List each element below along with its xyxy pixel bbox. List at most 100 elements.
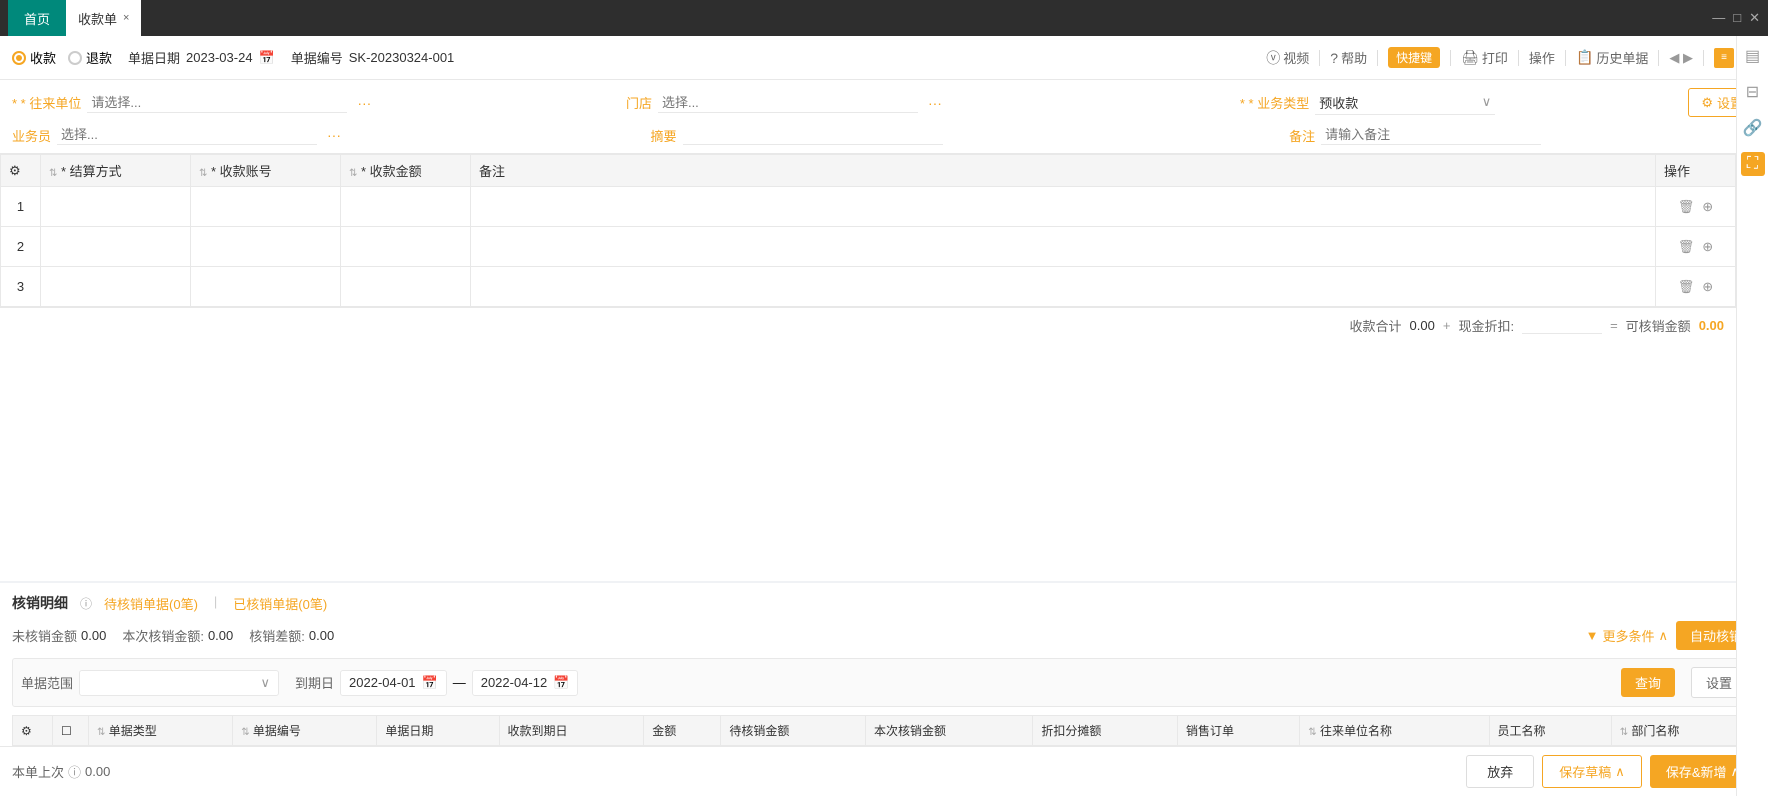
radio-refund-label: 退款 bbox=[86, 48, 112, 67]
tab-close-icon[interactable]: × bbox=[123, 12, 129, 24]
date-from-input[interactable]: 2022-04-01 📅 bbox=[340, 670, 447, 696]
bottom-info-value: 0.00 bbox=[85, 764, 110, 779]
unchecked-value: 0.00 bbox=[81, 628, 106, 643]
summary-input[interactable] bbox=[683, 125, 943, 145]
radio-receipt[interactable]: 收款 bbox=[12, 48, 56, 67]
bottom-bar: 本单上次 ⓘ 0.00 放弃 保存草稿 ∧ 保存&新增 ∧ bbox=[0, 746, 1768, 796]
row-1-amount[interactable] bbox=[341, 187, 471, 227]
row-3-num: 3 bbox=[1, 267, 41, 307]
draft-button[interactable]: 保存草稿 ∧ bbox=[1542, 755, 1642, 788]
summary-label: 摘要 bbox=[651, 126, 677, 145]
row-2-remark[interactable] bbox=[471, 227, 1656, 267]
search-range-arrow: ∨ bbox=[261, 675, 271, 691]
staff-input[interactable] bbox=[57, 125, 317, 145]
sidebar-table-icon[interactable]: ▤ bbox=[1741, 44, 1765, 68]
bt-col-pending: 待核销金额 bbox=[721, 716, 866, 746]
print-icon: 🖨 bbox=[1461, 49, 1479, 66]
number-label: 单据编号 bbox=[291, 48, 343, 67]
date-to-input[interactable]: 2022-04-12 📅 bbox=[472, 670, 579, 696]
date-calendar-icon[interactable]: 📅 bbox=[259, 50, 275, 66]
equal-sign: = bbox=[1610, 318, 1618, 333]
save-label: 保存&新增 bbox=[1666, 762, 1727, 781]
bt-col-gear[interactable]: ⚙ bbox=[13, 716, 53, 746]
row-1-copy-icon[interactable]: ⊕ bbox=[1702, 199, 1713, 215]
row-3-settle[interactable] bbox=[41, 267, 191, 307]
query-btn[interactable]: 查询 bbox=[1621, 668, 1675, 697]
tab-home[interactable]: 首页 bbox=[8, 0, 66, 36]
bottom-info-icon[interactable]: ⓘ bbox=[68, 762, 81, 781]
row-1-remark[interactable] bbox=[471, 187, 1656, 227]
row-3-action: 🗑 ⊕ bbox=[1656, 267, 1736, 307]
shop-more-icon[interactable]: ··· bbox=[928, 95, 942, 111]
tab-current-label: 收款单 bbox=[78, 9, 117, 28]
row-2-account[interactable] bbox=[191, 227, 341, 267]
row-1-settle[interactable] bbox=[41, 187, 191, 227]
operation-btn[interactable]: 操作 bbox=[1529, 48, 1555, 67]
summary-field: 摘要 bbox=[651, 125, 1274, 145]
diff-stat: 核销差额: 0.00 bbox=[249, 626, 334, 645]
table-row: 1 🗑 ⊕ bbox=[1, 187, 1736, 227]
tab-current[interactable]: 收款单 × bbox=[66, 0, 141, 36]
video-btn[interactable]: ⓥ 视频 bbox=[1266, 48, 1309, 68]
row-3-remark[interactable] bbox=[471, 267, 1656, 307]
row-3-delete-icon[interactable]: 🗑 bbox=[1678, 279, 1695, 295]
partner-more-icon[interactable]: ··· bbox=[357, 95, 371, 111]
col-gear-header[interactable]: ⚙ bbox=[1, 155, 41, 187]
sidebar-expand-icon[interactable]: ⛶ bbox=[1741, 152, 1765, 176]
help-btn[interactable]: ? 帮助 bbox=[1330, 48, 1367, 67]
abandon-button[interactable]: 放弃 bbox=[1466, 755, 1534, 788]
row-2-delete-icon[interactable]: 🗑 bbox=[1678, 239, 1695, 255]
more-filter-btn[interactable]: ▼ 更多条件 ∧ bbox=[1586, 626, 1668, 645]
form-row-2: 业务员 ··· 摘要 备注 bbox=[12, 125, 1756, 145]
date-from-calendar-icon[interactable]: 📅 bbox=[422, 675, 438, 691]
gear-icon: ⚙ bbox=[1701, 95, 1713, 111]
row-2-action: 🗑 ⊕ bbox=[1656, 227, 1736, 267]
history-btn[interactable]: 📋 历史单据 bbox=[1576, 48, 1648, 67]
row-2-settle[interactable] bbox=[41, 227, 191, 267]
date-to-calendar-icon[interactable]: 📅 bbox=[553, 675, 569, 691]
gear-icon: ⚙ bbox=[9, 163, 21, 178]
unchecked-label: 未核销金额 bbox=[12, 626, 77, 645]
row-2-copy-icon[interactable]: ⊕ bbox=[1702, 239, 1713, 255]
print-btn[interactable]: 🖨 打印 bbox=[1461, 48, 1508, 67]
bt-col-current: 本次核销金额 bbox=[866, 716, 1033, 746]
col-action-header: 操作 bbox=[1656, 155, 1736, 187]
layout-btn-list[interactable]: ≡ bbox=[1714, 48, 1734, 68]
row-2-amount[interactable] bbox=[341, 227, 471, 267]
hx-tab-pending[interactable]: 待核销单据(0笔) bbox=[104, 594, 198, 613]
search-range-select[interactable]: ∨ bbox=[79, 670, 279, 696]
hx-info-icon[interactable]: ⓘ bbox=[80, 595, 92, 612]
row-3-amount[interactable] bbox=[341, 267, 471, 307]
partner-input[interactable] bbox=[87, 93, 347, 113]
row-1-account[interactable] bbox=[191, 187, 341, 227]
hx-tab-done[interactable]: 已核销单据(0笔) bbox=[233, 594, 327, 613]
row-1-delete-icon[interactable]: 🗑 bbox=[1678, 199, 1695, 215]
row-3-account[interactable] bbox=[191, 267, 341, 307]
staff-more-icon[interactable]: ··· bbox=[327, 127, 341, 143]
main-area: 收款 退款 单据日期 2023-03-24 📅 单据编号 SK-20230324… bbox=[0, 36, 1768, 796]
receipt-type-group: 收款 退款 bbox=[12, 48, 112, 67]
nav-arrows[interactable]: ◀ ▶ bbox=[1669, 50, 1693, 66]
discount-input[interactable] bbox=[1522, 318, 1602, 334]
sidebar-list-icon[interactable]: ⊟ bbox=[1741, 80, 1765, 104]
minimize-icon[interactable]: — bbox=[1712, 10, 1725, 26]
form-section: * 往来单位 ··· 门店 ··· * 业务类型 预收款 ∨ ⚙ 设置 bbox=[0, 80, 1768, 154]
date-range-field: 到期日 2022-04-01 📅 — 2022-04-12 📅 bbox=[295, 670, 578, 696]
help-label: 帮助 bbox=[1341, 48, 1367, 67]
divider7 bbox=[1703, 50, 1704, 66]
remark-input[interactable] bbox=[1321, 125, 1541, 145]
radio-refund[interactable]: 退款 bbox=[68, 48, 112, 67]
shortcut-btn[interactable]: 快捷键 bbox=[1388, 47, 1440, 68]
row-3-copy-icon[interactable]: ⊕ bbox=[1702, 279, 1713, 295]
maximize-icon[interactable]: □ bbox=[1733, 10, 1741, 26]
shop-input[interactable] bbox=[658, 93, 918, 113]
biz-type-select[interactable]: 预收款 ∨ bbox=[1315, 91, 1495, 115]
total-label: 收款合计 bbox=[1350, 316, 1402, 335]
staff-field: 业务员 ··· bbox=[12, 125, 635, 145]
date-label: 单据日期 bbox=[128, 48, 180, 67]
bt-col-check[interactable]: ☐ bbox=[53, 716, 89, 746]
sidebar-link-icon[interactable]: 🔗 bbox=[1741, 116, 1765, 140]
available-label: 可核销金额 bbox=[1626, 316, 1691, 335]
close-icon[interactable]: ✕ bbox=[1749, 10, 1760, 26]
radio-receipt-dot bbox=[12, 51, 26, 65]
